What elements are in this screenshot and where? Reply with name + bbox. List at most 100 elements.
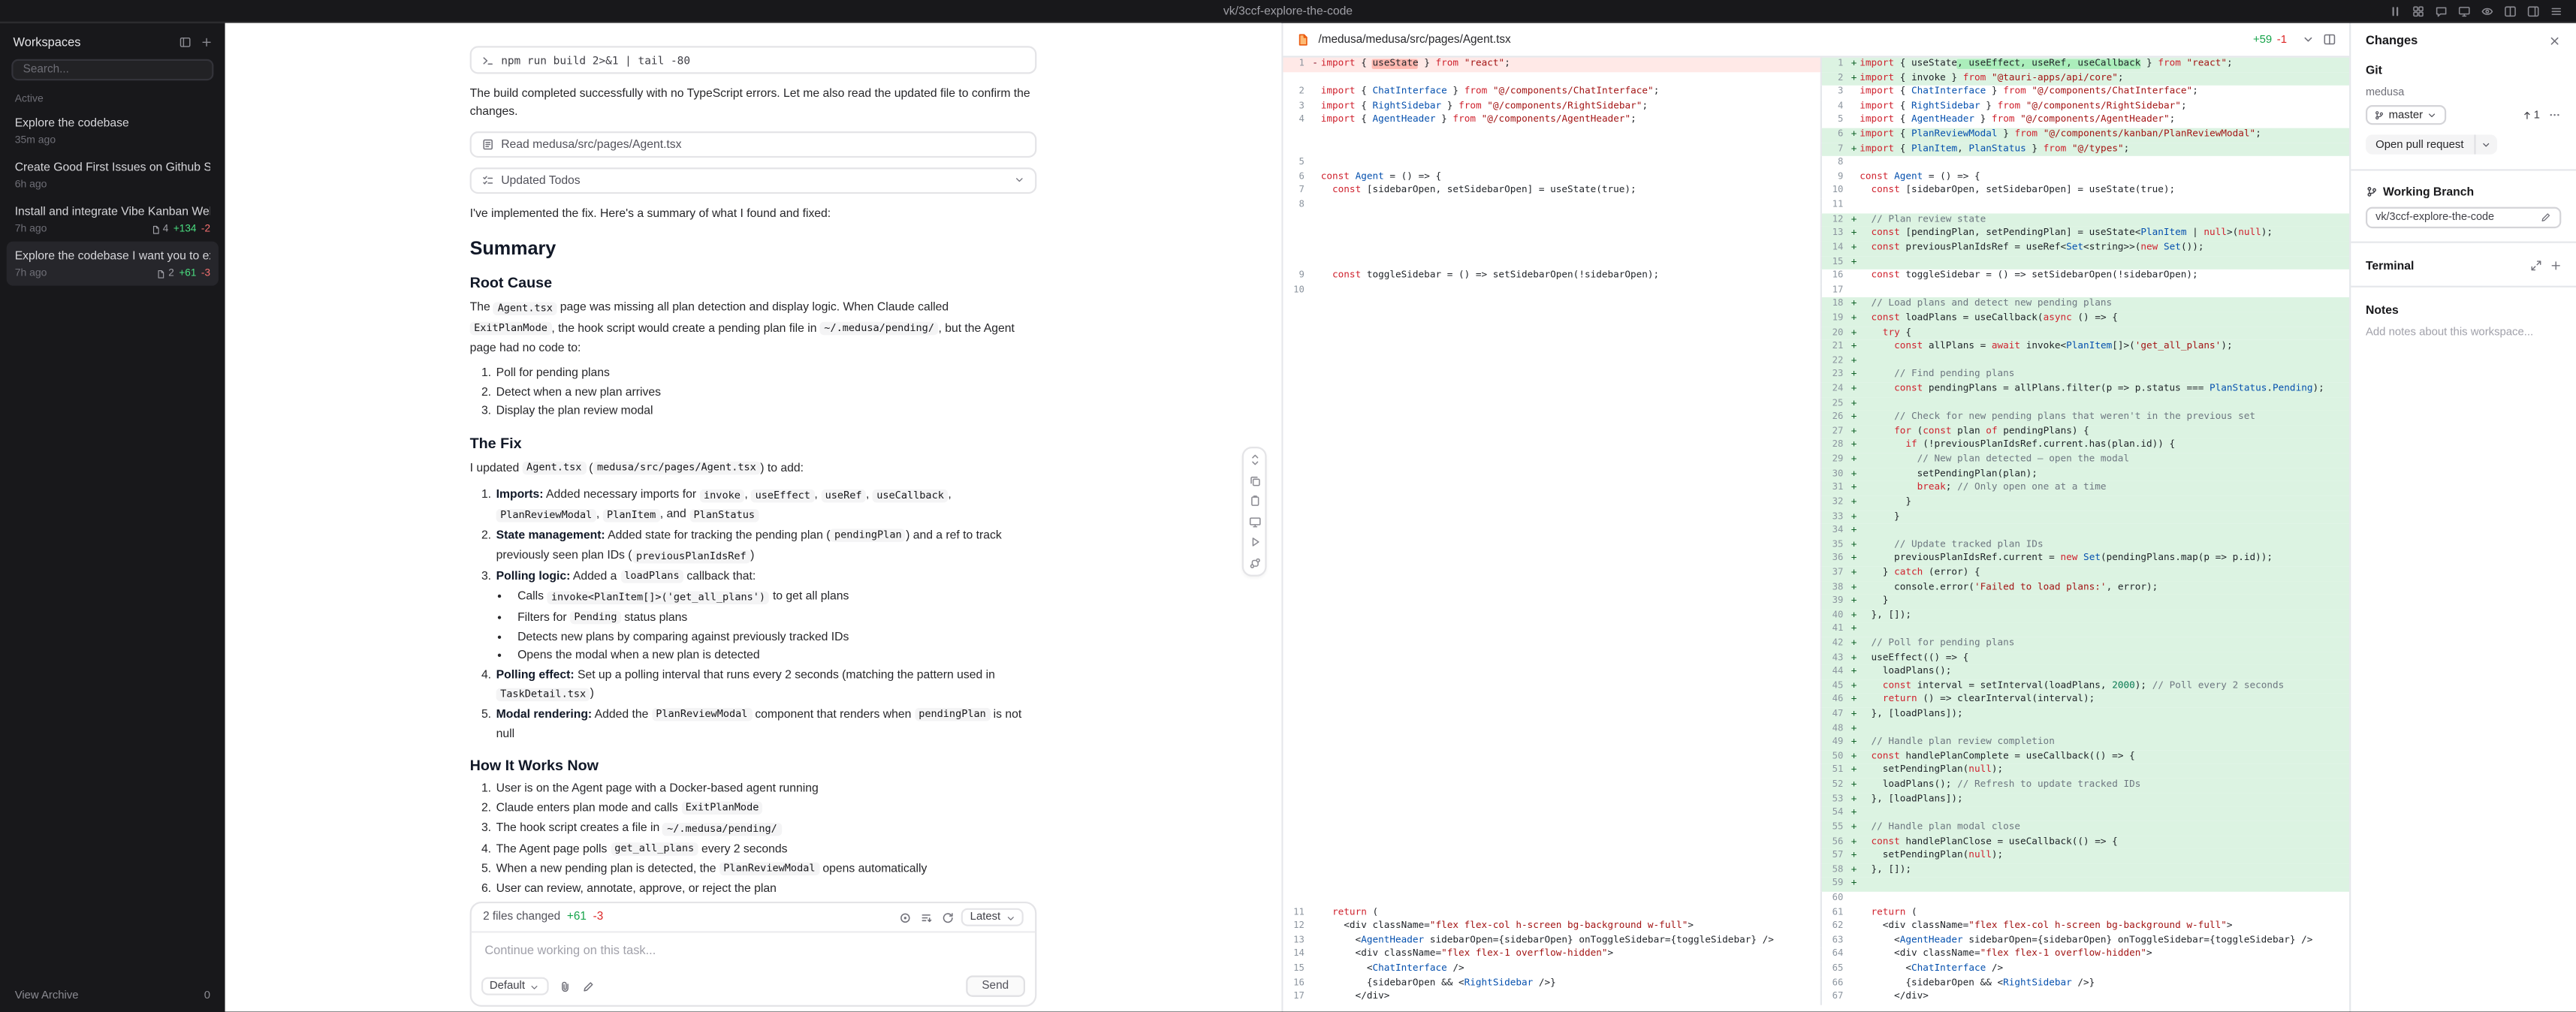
workspace-meta: 35m ago	[15, 134, 210, 146]
panel-icon[interactable]	[179, 36, 191, 48]
workspace-item[interactable]: Create Good First Issues on Github So...…	[7, 152, 219, 197]
diff-left-line: 13 <AgentHeader sidebarOpen={sidebarOpen…	[1283, 934, 1822, 948]
mode-label: Default	[490, 981, 525, 992]
diff-row: 53+ }, [loadPlans]);	[1283, 793, 2349, 807]
diff-right-line: 39+ }	[1822, 595, 2349, 609]
deletions-count: -3	[593, 912, 604, 923]
strip-icons	[900, 911, 955, 925]
columns-icon[interactable]	[2323, 33, 2336, 47]
chevron-down-icon[interactable]	[2302, 33, 2315, 47]
unfold-icon[interactable]	[1247, 453, 1261, 467]
branch-selector[interactable]: master	[2366, 105, 2446, 125]
list-item: Claude enters plan mode and calls ExitPl…	[494, 798, 1036, 818]
view-archive-button[interactable]: View Archive	[15, 991, 79, 1002]
terminal-icons	[2530, 259, 2562, 271]
columns-icon[interactable]	[2504, 4, 2517, 17]
tool-call-block[interactable]: Read medusa/src/pages/Agent.tsx	[470, 131, 1037, 158]
todos-block[interactable]: Updated Todos	[470, 167, 1037, 194]
open-pr-button[interactable]: Open pull request	[2366, 134, 2497, 154]
diff-row: 811	[1283, 199, 2349, 213]
chat-heading: Summary	[470, 240, 1037, 260]
diff-left-line	[1283, 623, 1822, 637]
message-icon[interactable]	[2435, 4, 2448, 17]
pause-icon[interactable]	[2389, 4, 2403, 17]
plus-icon[interactable]	[2549, 259, 2561, 271]
files-changed-label[interactable]: 2 files changed	[483, 912, 560, 923]
copy-icon[interactable]	[1247, 474, 1261, 487]
workspace-item[interactable]: Explore the codebase I want you to ex...…	[7, 242, 219, 286]
version-dropdown[interactable]: Latest	[962, 908, 1024, 926]
pr-options-button[interactable]	[2474, 134, 2498, 154]
chat-floating-toolbar	[1242, 447, 1267, 576]
diff-row: 46+ return () => clearInterval(interval)…	[1283, 694, 2349, 708]
diff-right-line: 64 <div className="flex flex-1 overflow-…	[1822, 948, 2349, 962]
close-icon[interactable]	[2548, 34, 2562, 47]
edit-icon[interactable]	[2540, 212, 2551, 224]
archive-count: 0	[204, 991, 210, 1002]
notes-placeholder[interactable]: Add notes about this workspace...	[2366, 327, 2561, 338]
diff-right-line: 52+ loadPlans(); // Refresh to update tr…	[1822, 779, 2349, 793]
send-button[interactable]: Send	[965, 976, 1025, 997]
diff-row: 48+	[1283, 722, 2349, 736]
dot-circle-icon[interactable]	[900, 911, 913, 925]
working-branch-input[interactable]: vk/3ccf-explore-the-code	[2366, 207, 2561, 228]
diff-row: 24+ const pendingPlans = allPlans.filter…	[1283, 383, 2349, 397]
diff-view[interactable]: 1-import { useState } from "react";1+imp…	[1283, 58, 2349, 1012]
chevron-down-icon	[2427, 110, 2438, 120]
monitor-icon[interactable]	[2458, 4, 2472, 17]
chat-paragraph: The build completed successfully with no…	[470, 84, 1037, 122]
refresh-icon[interactable]	[942, 911, 955, 925]
paperclip-icon[interactable]	[558, 980, 572, 993]
workspace-item[interactable]: Explore the codebase35m ago	[7, 108, 219, 152]
pencil-icon[interactable]	[581, 980, 594, 993]
workspace-time: 7h ago	[15, 268, 47, 279]
menu-icon[interactable]	[2550, 4, 2563, 17]
version-label: Latest	[970, 912, 1001, 923]
diff-row: 1-import { useState } from "react";1+imp…	[1283, 58, 2349, 72]
chat-paragraph: I've implemented the fix. Here's a summa…	[470, 203, 1037, 222]
more-menu-icon[interactable]	[2548, 108, 2562, 122]
list-item: Calls invoke<PlanItem[]>('get_all_plans'…	[516, 586, 1036, 607]
search-input[interactable]	[11, 59, 213, 80]
diff-right-line: 59+	[1822, 878, 2349, 892]
diff-right-line: 65 <ChatInterface />	[1822, 962, 2349, 977]
chat-content: npm run build 2>&1 | tail -80 The build c…	[470, 23, 1037, 897]
diff-right-line: 46+ return () => clearInterval(interval)…	[1822, 694, 2349, 708]
diff-left-line	[1283, 863, 1822, 878]
plus-icon[interactable]	[200, 36, 212, 48]
file-icon	[150, 224, 160, 234]
diff-left-line	[1283, 821, 1822, 836]
mode-dropdown[interactable]: Default	[481, 977, 548, 995]
chevron-down-icon	[1005, 912, 1015, 923]
diff-row: 34+	[1283, 524, 2349, 538]
command-block[interactable]: npm run build 2>&1 | tail -80	[470, 46, 1037, 74]
list-arrow-icon[interactable]	[921, 911, 934, 925]
diff-row: 57+ setPendingPlan(null);	[1283, 849, 2349, 863]
workspace-item[interactable]: Install and integrate Vibe Kanban Web...…	[7, 197, 219, 242]
diff-right-line: 1+import { useState, useEffect, useRef, …	[1822, 58, 2349, 72]
diff-left-line	[1283, 878, 1822, 892]
diff-left-line	[1283, 143, 1822, 157]
diff-right-line: 43+ useEffect(() => {	[1822, 652, 2349, 666]
clipboard-icon[interactable]	[1247, 494, 1261, 508]
monitor-icon[interactable]	[1247, 515, 1261, 529]
diff-left-line: 11 return (	[1283, 906, 1822, 920]
compare-icon[interactable]	[1247, 556, 1261, 569]
grid-icon[interactable]	[2412, 4, 2425, 17]
diff-right-line: 19+ const loadPlans = useCallback(async …	[1822, 312, 2349, 327]
diff-left-line: 1-import { useState } from "react";	[1283, 58, 1822, 72]
diff-right-line: 36+ previousPlanIdsRef.current = new Set…	[1822, 553, 2349, 567]
diff-row: 37+ } catch (error) {	[1283, 567, 2349, 581]
diff-left-line	[1283, 439, 1822, 453]
play-icon[interactable]	[1247, 535, 1261, 549]
diff-row: 23+ // Find pending plans	[1283, 369, 2349, 383]
message-input[interactable]	[472, 933, 1035, 973]
diff-row: 38+ console.error('Failed to load plans:…	[1283, 580, 2349, 595]
expand-icon[interactable]	[2530, 259, 2542, 271]
diff-left-line	[1283, 354, 1822, 369]
diff-left-line	[1283, 849, 1822, 863]
eye-icon[interactable]	[2481, 4, 2494, 17]
list-item: When a new pending plan is detected, the…	[494, 859, 1036, 879]
panel-right-icon[interactable]	[2526, 4, 2540, 17]
chat-transcript[interactable]: npm run build 2>&1 | tail -80 The build c…	[225, 23, 1282, 897]
